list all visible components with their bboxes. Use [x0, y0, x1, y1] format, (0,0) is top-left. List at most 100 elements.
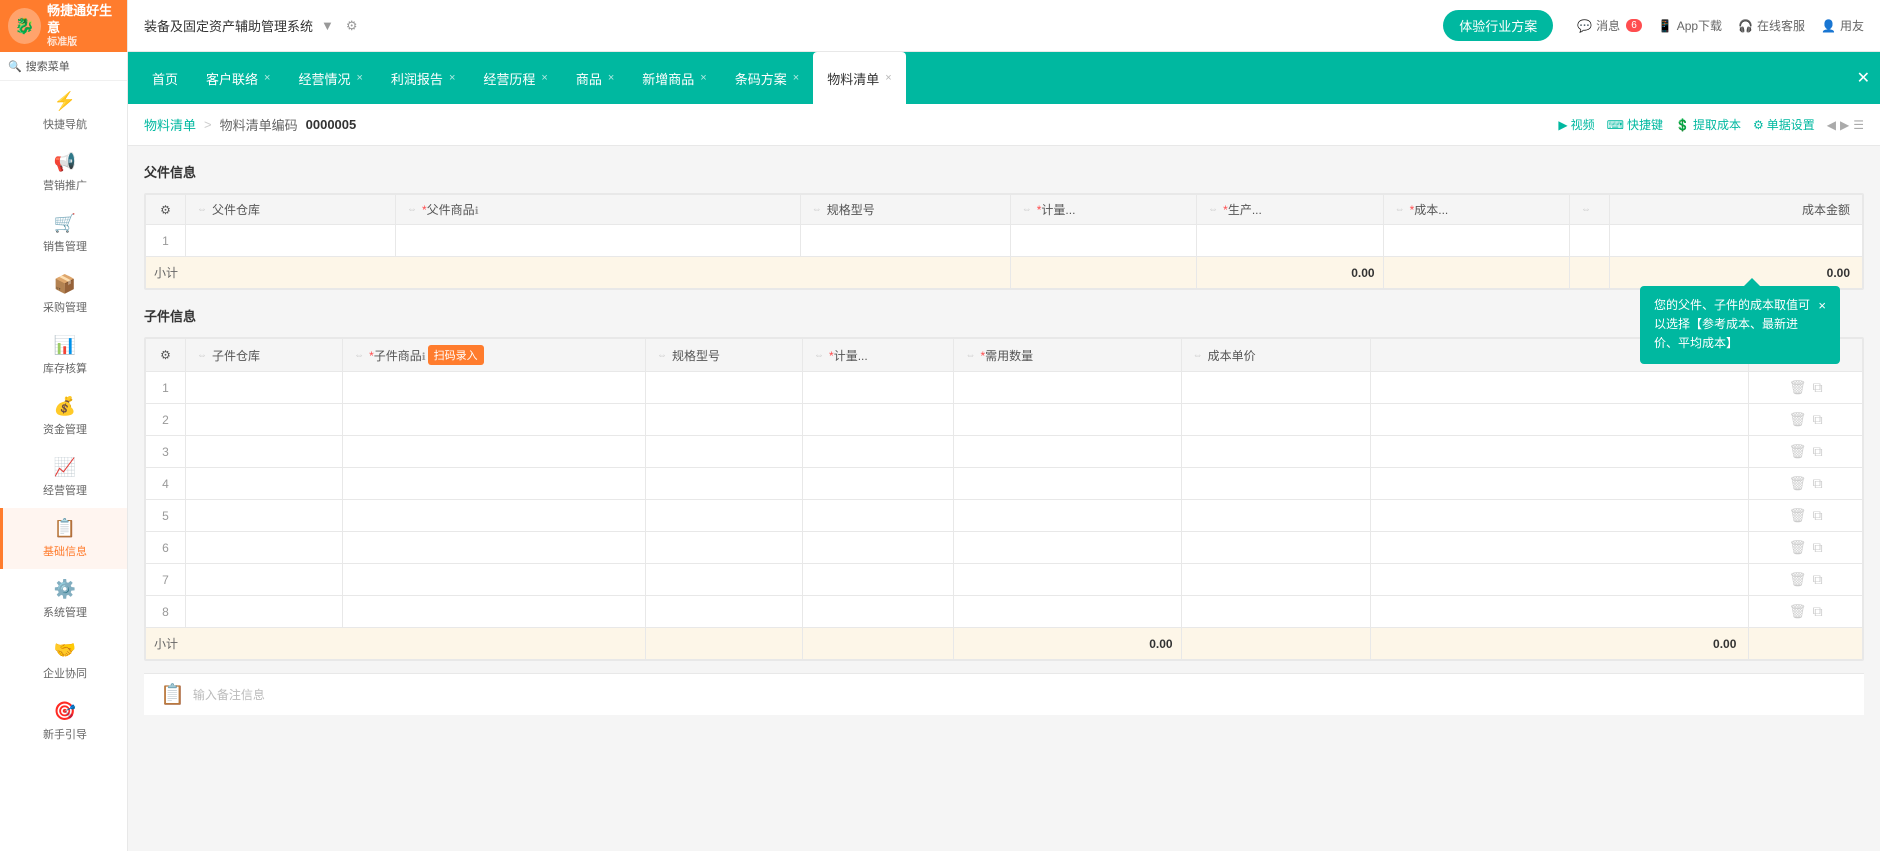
tab-operations-status[interactable]: 经营情况 ×	[284, 52, 376, 104]
child-row-cost-amount[interactable]	[1370, 404, 1749, 436]
child-row-warehouse[interactable]	[186, 500, 343, 532]
delete-icon[interactable]: 🗑	[1789, 411, 1807, 428]
parent-row1-product[interactable]	[396, 225, 801, 257]
child-row-unit-cost[interactable]	[1181, 372, 1370, 404]
child-row-warehouse[interactable]	[186, 404, 343, 436]
user-item[interactable]: 👤 用友	[1821, 17, 1864, 34]
action-shortcut[interactable]: ⌨ 快捷键	[1607, 116, 1663, 133]
child-row-unit-cost[interactable]	[1181, 436, 1370, 468]
child-row-uom[interactable]	[803, 436, 954, 468]
delete-icon[interactable]: 🗑	[1789, 539, 1807, 556]
child-row-uom[interactable]	[803, 468, 954, 500]
scan-input-button[interactable]: 扫码录入	[428, 345, 484, 365]
child-row-spec[interactable]	[645, 564, 802, 596]
child-row-uom[interactable]	[803, 372, 954, 404]
tab-opshist-close[interactable]: ×	[541, 72, 547, 84]
nav-right-icon[interactable]: ▶	[1840, 118, 1849, 132]
sidebar-item-operations[interactable]: 📈 经营管理	[0, 447, 127, 508]
child-row-spec[interactable]	[645, 468, 802, 500]
child-row-qty[interactable]	[954, 436, 1181, 468]
online-service-item[interactable]: 🎧 在线客服	[1738, 17, 1805, 34]
sidebar-item-sales[interactable]: 🛒 销售管理	[0, 203, 127, 264]
parent-row1-warehouse[interactable]	[186, 225, 396, 257]
tab-barcode-close[interactable]: ×	[793, 72, 799, 84]
copy-icon[interactable]: ⧉	[1813, 443, 1823, 460]
tab-goods[interactable]: 商品 ×	[562, 52, 628, 104]
child-row-cost-amount[interactable]	[1370, 468, 1749, 500]
delete-icon[interactable]: 🗑	[1789, 443, 1807, 460]
tab-home[interactable]: 首页	[138, 52, 192, 104]
child-row-uom[interactable]	[803, 532, 954, 564]
tab-goods-close[interactable]: ×	[608, 72, 614, 84]
child-row-qty[interactable]	[954, 596, 1181, 628]
child-th-settings[interactable]: ⚙	[146, 339, 186, 372]
child-row-product[interactable]	[343, 532, 646, 564]
tab-newgoods-close[interactable]: ×	[700, 72, 706, 84]
child-row-cost-amount[interactable]	[1370, 564, 1749, 596]
dropdown-icon[interactable]: ▼	[321, 18, 334, 33]
sidebar-item-basic-info[interactable]: 📋 基础信息	[0, 508, 127, 569]
parent-row1-uom[interactable]	[1010, 225, 1196, 257]
close-all-tabs[interactable]: ✕	[1857, 68, 1870, 88]
child-row-uom[interactable]	[803, 404, 954, 436]
child-row-product[interactable]	[343, 436, 646, 468]
message-item[interactable]: 💬 消息 6	[1577, 17, 1642, 34]
child-row-qty[interactable]	[954, 404, 1181, 436]
tab-profit-close[interactable]: ×	[449, 72, 455, 84]
child-row-product[interactable]	[343, 404, 646, 436]
child-row-qty[interactable]	[954, 372, 1181, 404]
action-view[interactable]: ▶ 视频	[1558, 116, 1594, 133]
parent-row1-cost-amount[interactable]	[1609, 225, 1862, 257]
try-industry-button[interactable]: 体验行业方案	[1443, 10, 1553, 41]
nav-list-icon[interactable]: ☰	[1853, 118, 1864, 132]
action-cost[interactable]: 💲 提取成本	[1675, 116, 1741, 133]
child-row-qty[interactable]	[954, 564, 1181, 596]
sidebar-item-collab[interactable]: 🤝 企业协同	[0, 630, 127, 691]
child-row-warehouse[interactable]	[186, 372, 343, 404]
breadcrumb-bom[interactable]: 物料清单	[144, 115, 196, 134]
sidebar-item-purchase[interactable]: 📦 采购管理	[0, 264, 127, 325]
app-download-item[interactable]: 📱 App下载	[1658, 17, 1722, 34]
child-row-unit-cost[interactable]	[1181, 564, 1370, 596]
child-row-product[interactable]	[343, 468, 646, 500]
tab-customer-close[interactable]: ×	[264, 72, 270, 84]
copy-icon[interactable]: ⧉	[1813, 603, 1823, 620]
parent-row1-cost[interactable]	[1383, 225, 1569, 257]
tab-barcode[interactable]: 条码方案 ×	[721, 52, 813, 104]
child-row-spec[interactable]	[645, 500, 802, 532]
parent-th-settings[interactable]: ⚙	[146, 195, 186, 225]
tab-ops-close[interactable]: ×	[356, 72, 362, 84]
copy-icon[interactable]: ⧉	[1813, 571, 1823, 588]
settings-icon[interactable]: ⚙	[346, 18, 358, 34]
child-row-cost-amount[interactable]	[1370, 596, 1749, 628]
sidebar-item-inventory[interactable]: 📊 库存核算	[0, 325, 127, 386]
copy-icon[interactable]: ⧉	[1813, 411, 1823, 428]
child-row-spec[interactable]	[645, 596, 802, 628]
child-row-warehouse[interactable]	[186, 596, 343, 628]
child-row-qty[interactable]	[954, 532, 1181, 564]
copy-icon[interactable]: ⧉	[1813, 475, 1823, 492]
child-row-warehouse[interactable]	[186, 436, 343, 468]
child-row-warehouse[interactable]	[186, 564, 343, 596]
child-row-uom[interactable]	[803, 564, 954, 596]
sidebar-item-search[interactable]: 🔍 搜索菜单	[0, 52, 127, 81]
child-row-qty[interactable]	[954, 468, 1181, 500]
child-row-warehouse[interactable]	[186, 532, 343, 564]
tab-bom-close[interactable]: ×	[885, 72, 891, 84]
sidebar-item-system[interactable]: ⚙️ 系统管理	[0, 569, 127, 630]
tab-ops-history[interactable]: 经营历程 ×	[469, 52, 561, 104]
nav-left-icon[interactable]: ◀	[1827, 118, 1836, 132]
sidebar-item-finance[interactable]: 💰 资金管理	[0, 386, 127, 447]
sidebar-item-guide[interactable]: 🎯 新手引导	[0, 691, 127, 752]
delete-icon[interactable]: 🗑	[1789, 571, 1807, 588]
child-row-warehouse[interactable]	[186, 468, 343, 500]
action-settings[interactable]: ⚙ 单据设置	[1753, 116, 1815, 133]
child-row-unit-cost[interactable]	[1181, 596, 1370, 628]
child-row-uom[interactable]	[803, 596, 954, 628]
copy-icon[interactable]: ⧉	[1813, 539, 1823, 556]
child-row-spec[interactable]	[645, 532, 802, 564]
sidebar-item-marketing[interactable]: 📢 营销推广	[0, 142, 127, 203]
tab-profit-report[interactable]: 利润报告 ×	[377, 52, 469, 104]
child-row-cost-amount[interactable]	[1370, 372, 1749, 404]
copy-icon[interactable]: ⧉	[1813, 507, 1823, 524]
